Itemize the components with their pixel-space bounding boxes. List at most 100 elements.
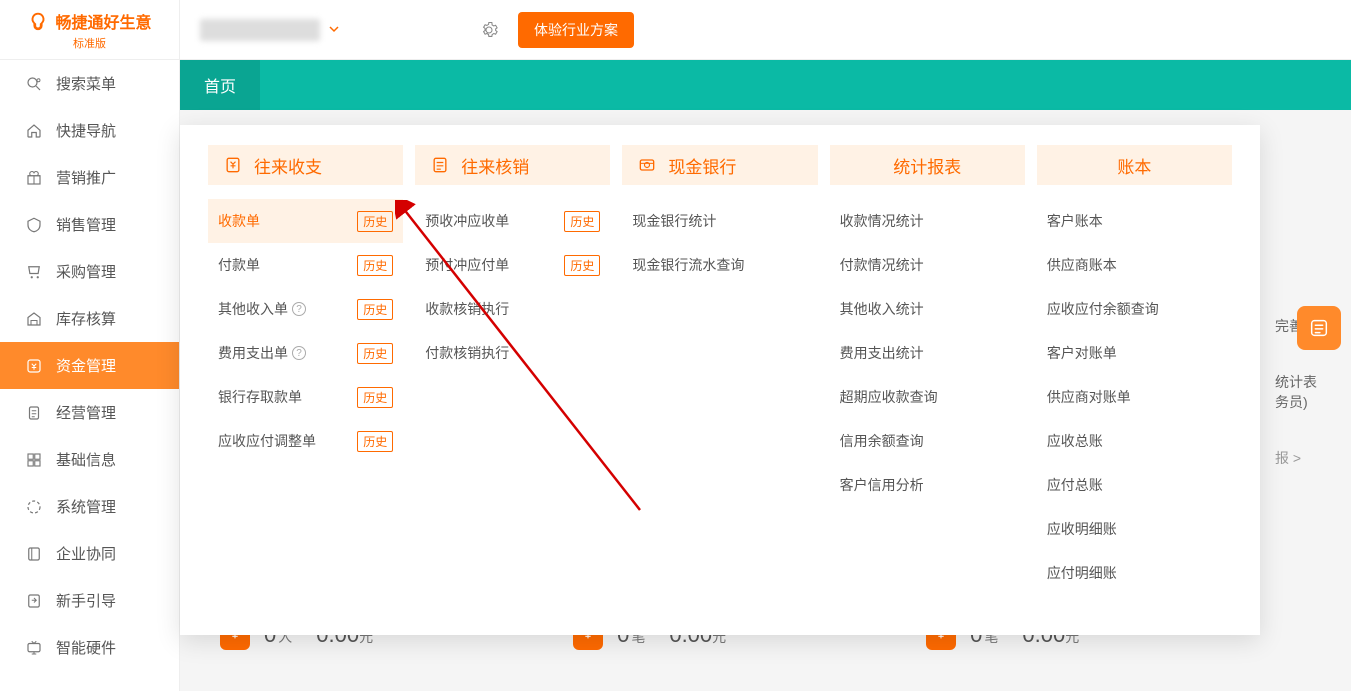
flyout-item-label: 付款核销执行 — [425, 343, 509, 363]
gift-icon — [24, 168, 44, 188]
sidebar-item-grid[interactable]: 基础信息 — [0, 436, 179, 483]
sidebar-item-label: 企业协同 — [56, 543, 116, 564]
flyout-item-label: 应收明细账 — [1047, 519, 1117, 539]
col-header-icon — [222, 154, 244, 176]
brand-name: 畅捷通好生意 — [55, 9, 151, 33]
flyout-item[interactable]: 应收明细账 — [1037, 507, 1232, 551]
flyout-item[interactable]: 现金银行统计 — [622, 199, 817, 243]
sidebar-item-cycle[interactable]: 系统管理 — [0, 483, 179, 530]
sidebar-item-label: 营销推广 — [56, 167, 116, 188]
history-badge[interactable]: 历史 — [357, 343, 393, 364]
cycle-icon — [24, 497, 44, 517]
flyout-col-1: 往来核销预收冲应收单历史预付冲应付单 历史收款核销执行付款核销执行 — [415, 145, 610, 595]
flyout-item-label: 付款情况统计 — [840, 255, 924, 275]
flyout-item[interactable]: 付款情况统计 — [830, 243, 1025, 287]
flyout-item-label: 应收应付余额查询 — [1047, 299, 1159, 319]
board-icon — [24, 544, 44, 564]
flyout-item[interactable]: 应收总账 — [1037, 419, 1232, 463]
flyout-col-4: 账本客户账本供应商账本应收应付余额查询客户对账单供应商对账单应收总账应付总账应收… — [1037, 145, 1232, 595]
flyout-col-header: 账本 — [1037, 145, 1232, 185]
flyout-item-label: 客户信用分析 — [840, 475, 924, 495]
sidebar-item-tv[interactable]: 智能硬件 — [0, 624, 179, 671]
home-icon — [24, 121, 44, 141]
flyout-item-label: 应收总账 — [1047, 431, 1103, 451]
sidebar-item-label: 基础信息 — [56, 449, 116, 470]
topbar: 体验行业方案 — [180, 0, 1351, 60]
flyout-item-label: 供应商账本 — [1047, 255, 1117, 275]
sidebar-item-home[interactable]: 快捷导航 — [0, 107, 179, 154]
sidebar-item-warehouse[interactable]: 库存核算 — [0, 295, 179, 342]
flyout-item[interactable]: 费用支出单?历史 — [208, 331, 403, 375]
flyout-item[interactable]: 现金银行流水查询 — [622, 243, 817, 287]
sidebar-item-board[interactable]: 企业协同 — [0, 530, 179, 577]
flyout-col-0: 往来收支收款单历史付款单历史其他收入单?历史费用支出单?历史银行存取款单历史应收… — [208, 145, 403, 595]
tv-icon — [24, 638, 44, 658]
sidebar-item-badge[interactable]: 销售管理 — [0, 201, 179, 248]
flyout-item[interactable]: 应收应付余额查询 — [1037, 287, 1232, 331]
flyout-col-title: 往来核销 — [461, 153, 529, 178]
grid-icon — [24, 450, 44, 470]
peek-text-2: 统计表务员) — [1275, 372, 1347, 412]
tab-home[interactable]: 首页 — [180, 60, 260, 110]
sidebar-item-label: 快捷导航 — [56, 120, 116, 141]
sidebar-item-guide[interactable]: 新手引导 — [0, 577, 179, 624]
history-badge[interactable]: 历史 — [564, 211, 600, 232]
flyout-item[interactable]: 费用支出统计 — [830, 331, 1025, 375]
flyout-item[interactable]: 客户账本 — [1037, 199, 1232, 243]
flyout-col-3: 统计报表收款情况统计付款情况统计其他收入统计费用支出统计超期应收款查询信用余额查… — [830, 145, 1025, 595]
flyout-item[interactable]: 信用余额查询 — [830, 419, 1025, 463]
flyout-item[interactable]: 其他收入统计 — [830, 287, 1025, 331]
flyout-item[interactable]: 应收应付调整单历史 — [208, 419, 403, 463]
tabbar: 首页 — [180, 60, 1351, 110]
flyout-item[interactable]: 供应商对账单 — [1037, 375, 1232, 419]
search-icon — [24, 74, 44, 94]
help-icon[interactable]: ? — [292, 302, 306, 316]
sidebar-item-clipboard[interactable]: 经营管理 — [0, 389, 179, 436]
flyout-item[interactable]: 其他收入单?历史 — [208, 287, 403, 331]
flyout-col-title: 统计报表 — [893, 153, 961, 178]
sidebar: 畅捷通好生意 标准版 搜索菜单快捷导航营销推广销售管理采购管理库存核算资金管理经… — [0, 0, 180, 691]
org-name-blurred — [200, 19, 320, 41]
flyout-item[interactable]: 供应商账本 — [1037, 243, 1232, 287]
history-badge[interactable]: 历史 — [357, 387, 393, 408]
flyout-item[interactable]: 客户对账单 — [1037, 331, 1232, 375]
flyout-item[interactable]: 银行存取款单历史 — [208, 375, 403, 419]
sidebar-item-search[interactable]: 搜索菜单 — [0, 60, 179, 107]
flyout-col-title: 现金银行 — [668, 153, 736, 178]
flyout-item-label: 供应商对账单 — [1047, 387, 1131, 407]
flyout-item[interactable]: 应付总账 — [1037, 463, 1232, 507]
history-badge[interactable]: 历史 — [357, 255, 393, 276]
flyout-item[interactable]: 客户信用分析 — [830, 463, 1025, 507]
flyout-item[interactable]: 预付冲应付单 历史 — [415, 243, 610, 287]
cta-button[interactable]: 体验行业方案 — [518, 12, 634, 48]
flyout-item[interactable]: 付款单历史 — [208, 243, 403, 287]
guide-icon — [24, 591, 44, 611]
flyout-item[interactable]: 收款单 历史 — [208, 199, 403, 243]
flyout-item[interactable]: 应付明细账 — [1037, 551, 1232, 595]
org-selector[interactable] — [200, 19, 460, 41]
flyout-item[interactable]: 超期应收款查询 — [830, 375, 1025, 419]
floating-shortcut-button[interactable] — [1297, 306, 1341, 350]
brand-block: 畅捷通好生意 标准版 — [0, 0, 179, 60]
peek-more[interactable]: 报 > — [1275, 448, 1347, 468]
history-badge[interactable]: 历史 — [357, 211, 393, 232]
history-badge[interactable]: 历史 — [357, 299, 393, 320]
settings-button[interactable] — [474, 15, 504, 45]
flyout-item[interactable]: 付款核销执行 — [415, 331, 610, 375]
brand-logo-icon — [27, 10, 49, 32]
flyout-item[interactable]: 预收冲应收单历史 — [415, 199, 610, 243]
help-icon[interactable]: ? — [292, 346, 306, 360]
flyout-item-label: 预付冲应付单 — [425, 255, 509, 275]
sidebar-item-label: 销售管理 — [56, 214, 116, 235]
sidebar-item-cart[interactable]: 采购管理 — [0, 248, 179, 295]
flyout-item[interactable]: 收款情况统计 — [830, 199, 1025, 243]
flyout-item[interactable]: 收款核销执行 — [415, 287, 610, 331]
flyout-panel: 往来收支收款单历史付款单历史其他收入单?历史费用支出单?历史银行存取款单历史应收… — [180, 125, 1260, 635]
flyout-item-label: 收款情况统计 — [840, 211, 924, 231]
history-badge[interactable]: 历史 — [357, 431, 393, 452]
flyout-item-label: 收款单 — [218, 211, 260, 231]
brand-edition: 标准版 — [73, 35, 106, 51]
sidebar-item-gift[interactable]: 营销推广 — [0, 154, 179, 201]
history-badge[interactable]: 历史 — [564, 255, 600, 276]
sidebar-item-money[interactable]: 资金管理 — [0, 342, 179, 389]
